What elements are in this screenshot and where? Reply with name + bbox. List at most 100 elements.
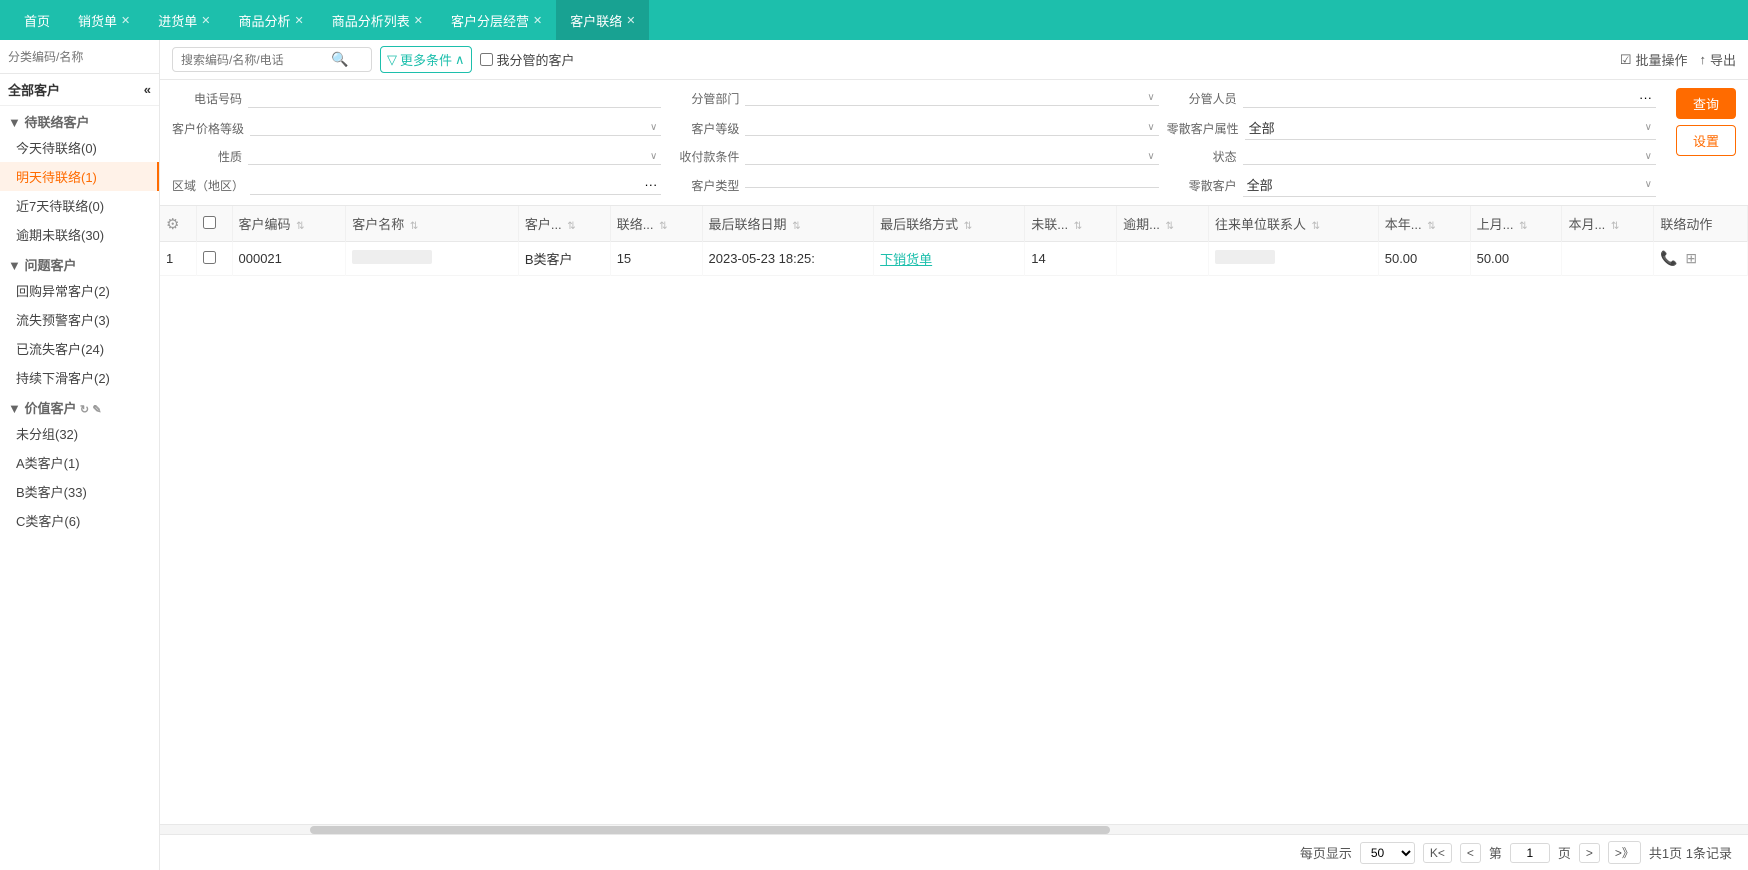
sidebar-item-class-a[interactable]: A类客户(1): [0, 448, 159, 477]
nav-product-analysis[interactable]: 商品分析 ✕: [224, 0, 317, 40]
sort-overdue-icon[interactable]: ⇅: [1166, 221, 1174, 232]
sort-year-icon[interactable]: ⇅: [1427, 221, 1435, 232]
set-button[interactable]: 设置: [1676, 125, 1736, 156]
filter-area-label: 区域（地区）: [172, 177, 244, 194]
sort-name-icon[interactable]: ⇅: [410, 221, 418, 232]
filter-retail-customer-select[interactable]: 全部 ∨: [1243, 173, 1656, 197]
col-last-date: 最后联络日期 ⇅: [702, 206, 874, 242]
page-input[interactable]: [1510, 843, 1550, 863]
row-more-icon[interactable]: ⊞: [1685, 250, 1697, 266]
payment-chevron-icon: ∨: [1147, 151, 1154, 162]
per-page-select[interactable]: 50 100 200: [1360, 842, 1415, 864]
nav-close-purchase[interactable]: ✕: [201, 14, 210, 27]
sort-contact-icon[interactable]: ⇅: [659, 221, 667, 232]
filter-status-select[interactable]: ∨: [1243, 149, 1656, 165]
filter-customer-level-label: 客户等级: [669, 120, 739, 137]
edit-icon[interactable]: ✎: [92, 404, 101, 416]
sort-lmonth-icon[interactable]: ⇅: [1519, 221, 1527, 232]
sidebar-item-churn-warning[interactable]: 流失预警客户(3): [0, 305, 159, 334]
sidebar-item-class-c[interactable]: C类客户(6): [0, 506, 159, 535]
retail-attr-chevron-icon: ∨: [1645, 122, 1652, 133]
filter-price-select[interactable]: ∨: [250, 120, 661, 136]
search-submit-icon[interactable]: 🔍: [331, 51, 348, 68]
select-all-checkbox[interactable]: [203, 216, 216, 229]
my-customers-checkbox[interactable]: [480, 53, 493, 66]
row-phone-icon[interactable]: 📞: [1660, 250, 1677, 266]
filter-dept: 分管部门 ∨: [669, 90, 1158, 107]
sidebar-search-input[interactable]: [8, 50, 160, 64]
sidebar-section-problem: ▼ 问题客户: [0, 249, 159, 276]
filter-retail-attr-select[interactable]: 全部 ∨: [1245, 116, 1656, 140]
chevron-up-icon: ∧: [455, 52, 465, 68]
batch-icon: ☑: [1620, 52, 1632, 68]
sidebar-item-abnormal-purchase[interactable]: 回购异常客户(2): [0, 276, 159, 305]
nav-close-tiering[interactable]: ✕: [533, 14, 542, 27]
nav-close-product-list[interactable]: ✕: [414, 14, 423, 27]
filter-status: 状态 ∨: [1167, 148, 1656, 165]
sidebar-collapse-icon[interactable]: «: [144, 82, 151, 97]
row-last-method-link[interactable]: 下销货单: [880, 252, 932, 267]
nav-sales-order[interactable]: 销货单 ✕: [64, 0, 144, 40]
filter-dept-select[interactable]: ∨: [745, 90, 1158, 106]
refresh-icon[interactable]: ↻: [80, 404, 89, 416]
col-this-year: 本年... ⇅: [1378, 206, 1470, 242]
first-page-btn[interactable]: K<: [1423, 843, 1452, 863]
sort-date-icon[interactable]: ⇅: [792, 221, 800, 232]
nav-close-sales[interactable]: ✕: [121, 14, 130, 27]
sidebar-item-today[interactable]: 今天待联络(0): [0, 133, 159, 162]
sidebar-item-class-b[interactable]: B类客户(33): [0, 477, 159, 506]
row-action: 📞 ⊞: [1654, 242, 1748, 276]
filter-area-select[interactable]: ···: [250, 175, 661, 195]
filter-retail-attr-label: 零散客户属性: [1167, 120, 1239, 137]
nav-home[interactable]: 首页: [10, 0, 64, 40]
col-overdue: 逾期... ⇅: [1117, 206, 1209, 242]
filter-phone-input[interactable]: [248, 89, 661, 108]
filter-customer-level-select[interactable]: ∨: [745, 120, 1158, 136]
sidebar-all-customers[interactable]: 全部客户 «: [0, 74, 159, 106]
sort-type-icon[interactable]: ⇅: [567, 221, 575, 232]
sidebar-section-value: ▼ 价值客户 ↻ ✎: [0, 392, 159, 419]
nav-product-analysis-list[interactable]: 商品分析列表 ✕: [318, 0, 437, 40]
level-chevron-icon: ∨: [1147, 122, 1154, 133]
filter-person-select[interactable]: ···: [1243, 88, 1656, 108]
sidebar-item-7days[interactable]: 近7天待联络(0): [0, 191, 159, 220]
nav-close-contact[interactable]: ✕: [626, 14, 635, 27]
table-settings-icon[interactable]: ⚙: [166, 216, 179, 233]
nav-customer-contact[interactable]: 客户联络 ✕: [556, 0, 649, 40]
filter-customer-type-select[interactable]: [745, 183, 1158, 188]
filter-row-3: 性质 ∨ 收付款条件 ∨: [172, 148, 1656, 165]
filter-payment-select[interactable]: ∨: [745, 149, 1158, 165]
batch-action-btn[interactable]: ☑ 批量操作: [1620, 50, 1688, 69]
sort-method-icon[interactable]: ⇅: [964, 221, 972, 232]
sidebar-item-declining[interactable]: 持续下滑客户(2): [0, 363, 159, 392]
total-label: 共1页 1条记录: [1649, 843, 1732, 862]
filter-dept-label: 分管部门: [669, 90, 739, 107]
last-page-btn[interactable]: >》: [1608, 841, 1641, 864]
sort-person-icon[interactable]: ⇅: [1312, 221, 1320, 232]
sidebar-item-tomorrow[interactable]: 明天待联络(1): [0, 162, 159, 191]
nav-purchase-order[interactable]: 进货单 ✕: [144, 0, 224, 40]
filter-more-btn[interactable]: ▽ 更多条件 ∧: [380, 46, 472, 73]
search-input[interactable]: [181, 53, 331, 67]
horizontal-scrollbar[interactable]: [160, 824, 1748, 834]
sort-tmonth-icon[interactable]: ⇅: [1611, 221, 1619, 232]
next-page-btn[interactable]: >: [1579, 843, 1600, 863]
sort-code-icon[interactable]: ⇅: [296, 221, 304, 232]
retail-customer-chevron-icon: ∨: [1645, 179, 1652, 190]
my-customers-checkbox-area[interactable]: 我分管的客户: [480, 50, 575, 69]
sidebar-item-churned[interactable]: 已流失客户(24): [0, 334, 159, 363]
sort-unlisted-icon[interactable]: ⇅: [1074, 221, 1082, 232]
export-btn[interactable]: ↑ 导出: [1699, 50, 1736, 69]
nav-customer-tiering[interactable]: 客户分层经营 ✕: [437, 0, 556, 40]
sidebar-item-ungrouped[interactable]: 未分组(32): [0, 419, 159, 448]
query-button[interactable]: 查询: [1676, 88, 1736, 119]
filter-nature-select[interactable]: ∨: [248, 149, 661, 165]
filter-retail-attr: 零散客户属性 全部 ∨: [1167, 116, 1656, 140]
filter-customer-level: 客户等级 ∨: [669, 120, 1158, 137]
nav-close-product[interactable]: ✕: [295, 14, 304, 27]
row-select-checkbox[interactable]: [203, 251, 216, 264]
scroll-thumb[interactable]: [310, 826, 1110, 834]
sidebar-item-overdue[interactable]: 逾期未联络(30): [0, 220, 159, 249]
row-person-masked: [1215, 250, 1275, 264]
prev-page-btn[interactable]: <: [1460, 843, 1481, 863]
